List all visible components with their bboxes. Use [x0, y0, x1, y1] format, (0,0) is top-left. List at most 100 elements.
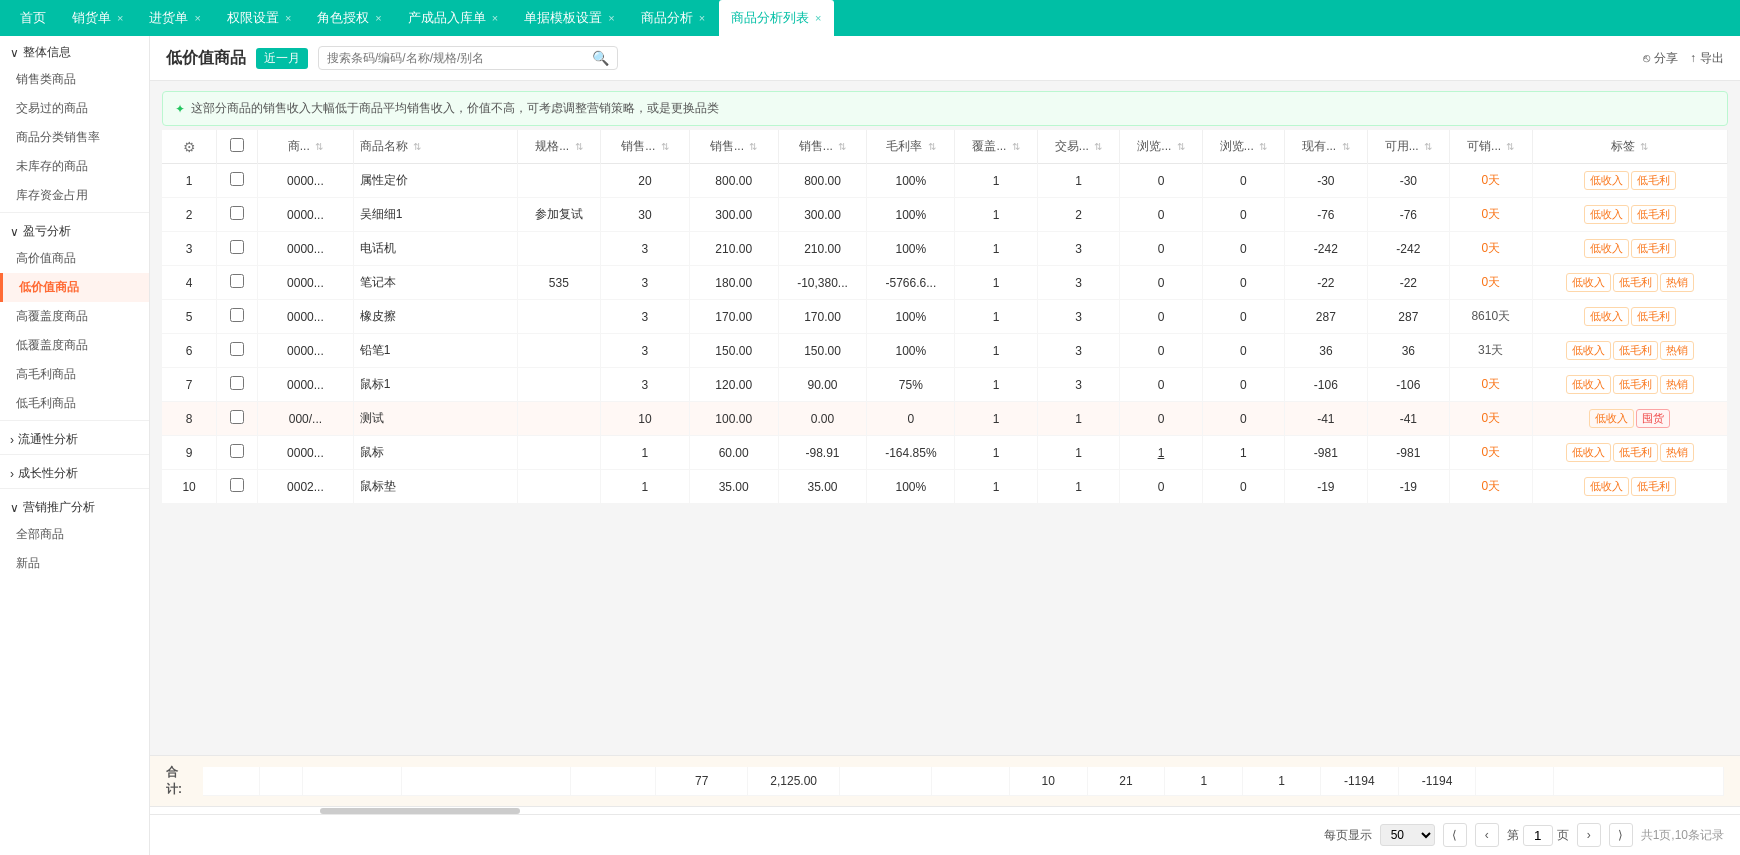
- row-checkbox[interactable]: [230, 206, 244, 220]
- th-avail[interactable]: 可用... ⇅: [1367, 130, 1449, 164]
- sort-icon[interactable]: ⇅: [315, 141, 323, 152]
- th-name[interactable]: 商品名称 ⇅: [353, 130, 517, 164]
- sidebar-item-high-profit[interactable]: 高毛利商品: [0, 360, 149, 389]
- sort-icon[interactable]: ⇅: [413, 141, 421, 152]
- next-page-button[interactable]: ›: [1577, 823, 1601, 847]
- th-sale1[interactable]: 销售... ⇅: [601, 130, 690, 164]
- select-all-checkbox[interactable]: [230, 138, 244, 152]
- row-checkbox[interactable]: [230, 308, 244, 322]
- row-checkbox-cell[interactable]: [217, 164, 258, 198]
- sort-icon[interactable]: ⇅: [661, 141, 669, 152]
- sidebar-item-high-value[interactable]: 高价值商品: [0, 244, 149, 273]
- time-badge[interactable]: 近一月: [256, 48, 308, 69]
- nav-home[interactable]: 首页: [8, 0, 58, 36]
- nav-role[interactable]: 角色授权×: [305, 0, 393, 36]
- nav-stock-in[interactable]: 产成品入库单×: [396, 0, 510, 36]
- close-icon[interactable]: ×: [117, 12, 123, 24]
- sidebar-group-circulation[interactable]: › 流通性分析: [0, 423, 149, 452]
- th-tag[interactable]: 标签 ⇅: [1532, 130, 1727, 164]
- row-checkbox[interactable]: [230, 240, 244, 254]
- sort-icon[interactable]: ⇅: [575, 141, 583, 152]
- nav-permission[interactable]: 权限设置×: [215, 0, 303, 36]
- prev-page-button[interactable]: ‹: [1475, 823, 1499, 847]
- row-checkbox[interactable]: [230, 274, 244, 288]
- nav-analysis[interactable]: 商品分析×: [629, 0, 717, 36]
- sidebar-item-low-profit[interactable]: 低毛利商品: [0, 389, 149, 418]
- sidebar-item-low-cover[interactable]: 低覆盖度商品: [0, 331, 149, 360]
- close-icon[interactable]: ×: [492, 12, 498, 24]
- row-checkbox-cell[interactable]: [217, 232, 258, 266]
- th-browse2[interactable]: 浏览... ⇅: [1202, 130, 1284, 164]
- page-number-input[interactable]: [1523, 825, 1553, 846]
- close-icon[interactable]: ×: [375, 12, 381, 24]
- sort-icon[interactable]: ⇅: [1259, 141, 1267, 152]
- th-sell[interactable]: 可销... ⇅: [1450, 130, 1532, 164]
- close-icon[interactable]: ×: [608, 12, 614, 24]
- th-trade[interactable]: 交易... ⇅: [1037, 130, 1119, 164]
- close-icon[interactable]: ×: [699, 12, 705, 24]
- search-icon[interactable]: 🔍: [592, 50, 609, 66]
- sidebar-item-sales-goods[interactable]: 销售类商品: [0, 65, 149, 94]
- row-checkbox[interactable]: [230, 478, 244, 492]
- sidebar-item-traded-goods[interactable]: 交易过的商品: [0, 94, 149, 123]
- sort-icon[interactable]: ⇅: [1094, 141, 1102, 152]
- close-icon[interactable]: ×: [285, 12, 291, 24]
- sidebar-item-no-stock[interactable]: 未库存的商品: [0, 152, 149, 181]
- th-stock[interactable]: 现有... ⇅: [1285, 130, 1367, 164]
- th-cover[interactable]: 覆盖... ⇅: [955, 130, 1037, 164]
- th-spec[interactable]: 规格... ⇅: [517, 130, 600, 164]
- close-icon[interactable]: ×: [194, 12, 200, 24]
- page-size-select[interactable]: 50 100 200: [1380, 824, 1435, 846]
- sidebar-group-growth[interactable]: › 成长性分析: [0, 457, 149, 486]
- sort-icon[interactable]: ⇅: [1506, 141, 1514, 152]
- sidebar-item-low-value[interactable]: 低价值商品: [0, 273, 149, 302]
- row-checkbox-cell[interactable]: [217, 402, 258, 436]
- export-button[interactable]: ↑ 导出: [1690, 50, 1724, 67]
- row-checkbox-cell[interactable]: [217, 470, 258, 504]
- sort-icon[interactable]: ⇅: [1424, 141, 1432, 152]
- sort-icon[interactable]: ⇅: [838, 141, 846, 152]
- row-checkbox[interactable]: [230, 410, 244, 424]
- row-checkbox-cell[interactable]: [217, 198, 258, 232]
- th-sale2[interactable]: 销售... ⇅: [689, 130, 778, 164]
- browse-link[interactable]: 1: [1158, 446, 1165, 460]
- nav-purchase[interactable]: 进货单×: [137, 0, 212, 36]
- first-page-button[interactable]: ⟨: [1443, 823, 1467, 847]
- search-input[interactable]: [327, 51, 588, 65]
- row-checkbox[interactable]: [230, 342, 244, 356]
- share-button[interactable]: ⎋ 分享: [1643, 50, 1678, 67]
- sort-icon[interactable]: ⇅: [749, 141, 757, 152]
- th-gross[interactable]: 毛利率 ⇅: [867, 130, 955, 164]
- sort-icon[interactable]: ⇅: [1640, 141, 1648, 152]
- sort-icon[interactable]: ⇅: [1012, 141, 1020, 152]
- last-page-button[interactable]: ⟩: [1609, 823, 1633, 847]
- sidebar-group-marketing[interactable]: ∨ 营销推广分析: [0, 491, 149, 520]
- sort-icon[interactable]: ⇅: [928, 141, 936, 152]
- settings-icon[interactable]: ⚙: [183, 139, 196, 155]
- nav-template[interactable]: 单据模板设置×: [512, 0, 626, 36]
- row-checkbox[interactable]: [230, 444, 244, 458]
- th-sale3[interactable]: 销售... ⇅: [778, 130, 867, 164]
- row-checkbox-cell[interactable]: [217, 334, 258, 368]
- th-settings[interactable]: ⚙: [162, 130, 217, 164]
- sidebar-item-new-goods[interactable]: 新品: [0, 549, 149, 578]
- row-checkbox-cell[interactable]: [217, 266, 258, 300]
- th-checkbox[interactable]: [217, 130, 258, 164]
- row-checkbox-cell[interactable]: [217, 368, 258, 402]
- scrollbar-thumb[interactable]: [320, 808, 520, 814]
- row-checkbox[interactable]: [230, 376, 244, 390]
- th-browse1[interactable]: 浏览... ⇅: [1120, 130, 1202, 164]
- sidebar-item-all-goods[interactable]: 全部商品: [0, 520, 149, 549]
- row-checkbox-cell[interactable]: [217, 436, 258, 470]
- sidebar-item-high-cover[interactable]: 高覆盖度商品: [0, 302, 149, 331]
- sidebar-item-capital[interactable]: 库存资金占用: [0, 181, 149, 210]
- sort-icon[interactable]: ⇅: [1342, 141, 1350, 152]
- close-icon[interactable]: ×: [815, 12, 821, 24]
- horizontal-scrollbar[interactable]: [150, 806, 1740, 814]
- nav-sales[interactable]: 销货单×: [60, 0, 135, 36]
- sidebar-group-profit[interactable]: ∨ 盈亏分析: [0, 215, 149, 244]
- row-checkbox-cell[interactable]: [217, 300, 258, 334]
- nav-analysis-list[interactable]: 商品分析列表×: [719, 0, 833, 36]
- sidebar-item-category-rate[interactable]: 商品分类销售率: [0, 123, 149, 152]
- sort-icon[interactable]: ⇅: [1177, 141, 1185, 152]
